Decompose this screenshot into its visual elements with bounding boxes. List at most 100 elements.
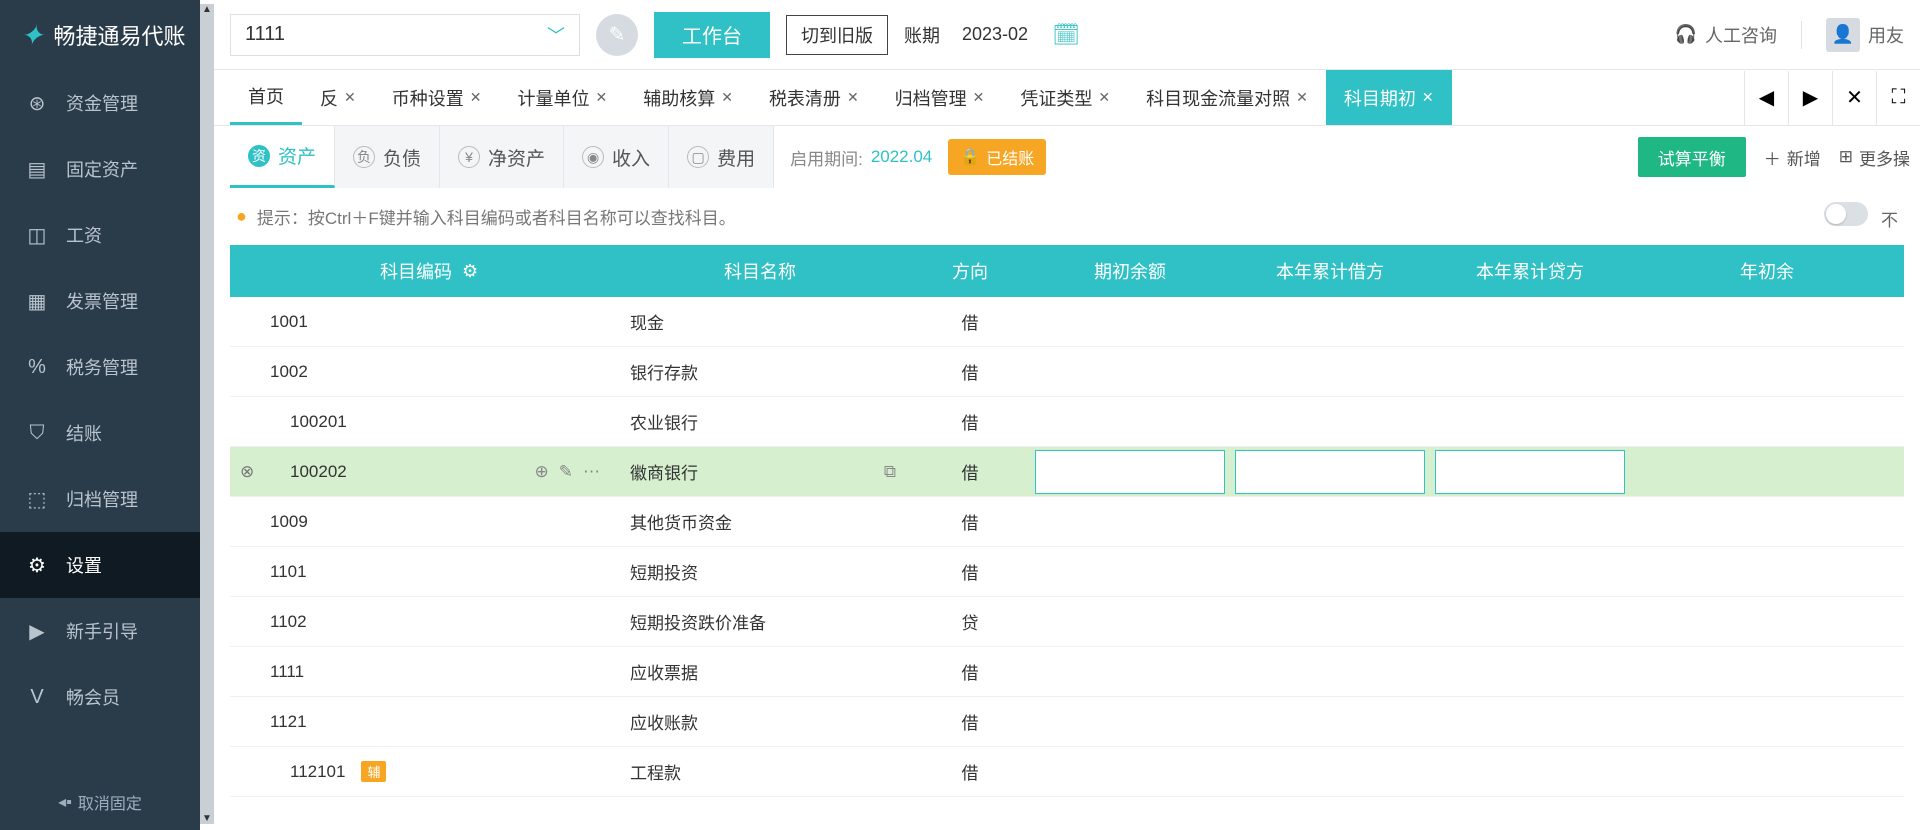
coin-icon: ⊛ (26, 92, 48, 114)
tab-5[interactable]: 税表清册✕ (751, 70, 877, 125)
credit-input[interactable] (1435, 450, 1625, 494)
consult-link[interactable]: 🎧 人工咨询 (1675, 22, 1777, 48)
close-icon[interactable]: ✕ (847, 89, 859, 106)
sidebar-item-close[interactable]: ⛉结账 (0, 400, 200, 466)
close-icon[interactable]: ✕ (595, 89, 607, 106)
sidebar-item-fund[interactable]: ⊛资金管理 (0, 70, 200, 136)
more-icon[interactable]: ⋯ (583, 462, 600, 482)
cell-credit (1430, 647, 1630, 696)
sidebar-item-settings[interactable]: ⚙设置 (0, 532, 200, 598)
sidebar-item-asset[interactable]: ▤固定资产 (0, 136, 200, 202)
sidebar-item-invoice[interactable]: ▦发票管理 (0, 268, 200, 334)
subtab-expense[interactable]: ▢费用 (669, 126, 774, 188)
gear-icon[interactable]: ⚙ (462, 261, 478, 282)
cell-init (1630, 397, 1904, 446)
toggle-switch[interactable] (1824, 202, 1868, 226)
tab-4[interactable]: 辅助核算✕ (625, 70, 751, 125)
period-label: 账期 (904, 22, 940, 48)
aux-tag: 辅 (361, 761, 386, 782)
cell-name: 徽商银行⧉ (610, 447, 910, 496)
company-select[interactable]: 1111 ﹀ (230, 14, 580, 56)
tab-home[interactable]: 首页 (230, 70, 302, 125)
cell-open (1030, 647, 1230, 696)
tab-close-all-button[interactable]: ✕ (1832, 71, 1876, 125)
debit-input[interactable] (1235, 450, 1425, 494)
tab-1[interactable]: 反✕ (302, 70, 374, 125)
close-icon[interactable]: ✕ (721, 89, 733, 106)
close-icon[interactable]: ✕ (344, 89, 356, 106)
sidebar-collapse-handle[interactable]: ▲ ▼ (200, 4, 214, 824)
sidebar-item-member[interactable]: V畅会员 (0, 664, 200, 730)
enable-period: 启用期间: 2022.04 (774, 126, 948, 188)
edit-icon[interactable]: ✎ (559, 462, 573, 482)
tab-8[interactable]: 科目现金流量对照✕ (1128, 70, 1326, 125)
table-row[interactable]: 1002银行存款借 (230, 347, 1904, 397)
sidebar-item-tax[interactable]: %税务管理 (0, 334, 200, 400)
sidebar-item-guide[interactable]: ▶新手引导 (0, 598, 200, 664)
close-icon[interactable]: ✕ (470, 89, 482, 106)
subtab-liability[interactable]: 负负债 (335, 126, 440, 188)
sidebar-item-archive[interactable]: ⬚归档管理 (0, 466, 200, 532)
tab-expand-button[interactable]: ⛶ (1876, 71, 1920, 125)
close-icon[interactable]: ✕ (1422, 89, 1434, 106)
cell-dir: 贷 (910, 597, 1030, 646)
old-version-button[interactable]: 切到旧版 (786, 15, 888, 55)
subtab-income[interactable]: ◉收入 (564, 126, 669, 188)
table-row[interactable]: 1001现金借 (230, 297, 1904, 347)
calendar-icon[interactable]: 🗓 (1052, 22, 1080, 48)
cell-open (1030, 747, 1230, 796)
subtab-equity[interactable]: ¥净资产 (440, 126, 564, 188)
table-row[interactable]: 100201农业银行借 (230, 397, 1904, 447)
cell-debit (1230, 297, 1430, 346)
cell-dir: 借 (910, 447, 1030, 496)
th-dir: 方向 (910, 245, 1030, 297)
note-icon[interactable]: ✎ (596, 14, 638, 56)
cell-credit (1430, 597, 1630, 646)
close-icon[interactable]: ✕ (1296, 89, 1308, 106)
headset-icon: 🎧 (1675, 24, 1697, 45)
table-row[interactable]: 1121应收账款借 (230, 697, 1904, 747)
cell-dir: 借 (910, 497, 1030, 546)
cell-code: ⊗100202⊕✎⋯ (230, 447, 610, 496)
cell-dir: 借 (910, 397, 1030, 446)
table-row[interactable]: 1111应收票据借 (230, 647, 1904, 697)
tab-3[interactable]: 计量单位✕ (499, 70, 625, 125)
copy-icon[interactable]: ⧉ (884, 462, 910, 482)
plus-circle-icon[interactable]: ⊕ (535, 462, 549, 482)
sidebar-item-salary[interactable]: ◫工资 (0, 202, 200, 268)
th-debit: 本年累计借方 (1230, 245, 1430, 297)
table-row[interactable]: ⊗100202⊕✎⋯徽商银行⧉借 (230, 447, 1904, 497)
grid-icon: ⊞ (1839, 147, 1853, 167)
tab-7[interactable]: 凭证类型✕ (1002, 70, 1128, 125)
close-icon[interactable]: ✕ (973, 89, 985, 106)
table-row[interactable]: 112101辅工程款借 (230, 747, 1904, 797)
cell-dir: 借 (910, 347, 1030, 396)
tab-9[interactable]: 科目期初✕ (1326, 70, 1452, 125)
table-row[interactable]: 1101短期投资借 (230, 547, 1904, 597)
wallet-icon: ◫ (26, 224, 48, 246)
workbench-button[interactable]: 工作台 (654, 12, 770, 58)
cell-debit (1230, 747, 1430, 796)
user-menu[interactable]: 👤 用友 (1826, 18, 1904, 52)
sidebar-footer[interactable]: ◂▪ 取消固定 (0, 774, 200, 830)
sidebar-nav: ⊛资金管理 ▤固定资产 ◫工资 ▦发票管理 %税务管理 ⛉结账 ⬚归档管理 ⚙设… (0, 70, 200, 774)
tab-6[interactable]: 归档管理✕ (877, 70, 1003, 125)
row-delete-icon[interactable]: ⊗ (240, 462, 254, 482)
cell-name: 应收账款 (610, 697, 910, 746)
subtab-asset[interactable]: 资资产 (230, 126, 335, 188)
add-button[interactable]: ＋新增 (1764, 145, 1821, 170)
table-row[interactable]: 1009其他货币资金借 (230, 497, 1904, 547)
cell-debit (1230, 597, 1430, 646)
tab-2[interactable]: 币种设置✕ (374, 70, 500, 125)
trial-balance-button[interactable]: 试算平衡 (1638, 137, 1746, 177)
more-button[interactable]: ⊞更多操 (1839, 145, 1910, 170)
close-icon[interactable]: ✕ (1098, 89, 1110, 106)
cell-debit (1230, 397, 1430, 446)
open-input[interactable] (1035, 450, 1225, 494)
logo-text: 畅捷通易代账 (53, 19, 185, 51)
info-icon: ● (236, 206, 247, 227)
th-name: 科目名称 (610, 245, 910, 297)
tab-next-button[interactable]: ▶ (1788, 71, 1832, 125)
table-row[interactable]: 1102短期投资跌价准备贷 (230, 597, 1904, 647)
tab-prev-button[interactable]: ◀ (1744, 71, 1788, 125)
